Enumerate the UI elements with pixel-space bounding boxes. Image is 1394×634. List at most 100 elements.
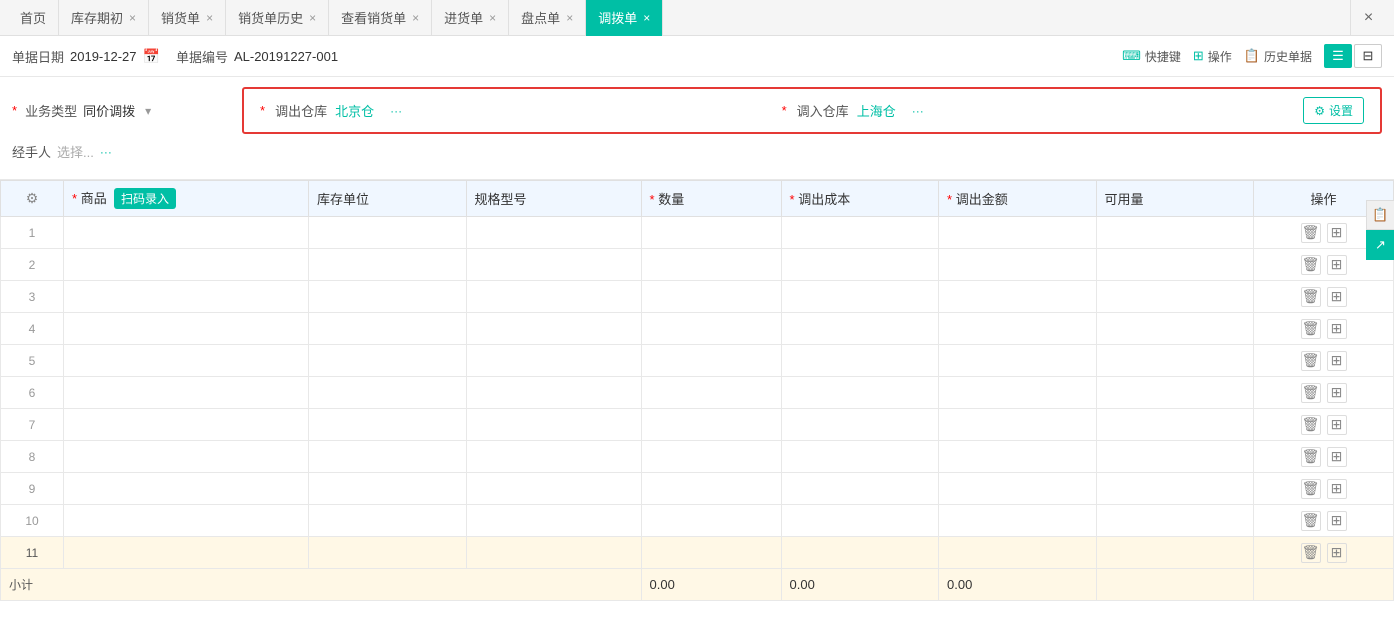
tab-inventory-init-close[interactable]: ×: [129, 11, 136, 25]
tab-sales-history-close[interactable]: ×: [309, 11, 316, 25]
row-unit-11[interactable]: [309, 537, 467, 569]
row-amount-7[interactable]: [939, 409, 1097, 441]
row-spec-5[interactable]: [466, 345, 641, 377]
row-qty-4[interactable]: [641, 313, 781, 345]
row-cost-5[interactable]: [781, 345, 939, 377]
row-avail-7[interactable]: [1096, 409, 1254, 441]
row-unit-9[interactable]: [309, 473, 467, 505]
row-qty-11[interactable]: [641, 537, 781, 569]
row-delete-6[interactable]: 🗑: [1301, 383, 1321, 403]
row-product-9[interactable]: [64, 473, 309, 505]
tab-stocktake[interactable]: 盘点单 ×: [509, 0, 586, 36]
scan-button[interactable]: 扫码录入: [114, 188, 176, 209]
warehouse-out-more[interactable]: ···: [390, 104, 402, 118]
warehouse-in-more[interactable]: ···: [912, 104, 924, 118]
warehouse-out-value[interactable]: 北京仓: [335, 101, 374, 120]
row-spec-4[interactable]: [466, 313, 641, 345]
row-qty-3[interactable]: [641, 281, 781, 313]
row-unit-1[interactable]: [309, 217, 467, 249]
tab-transfer-close[interactable]: ×: [643, 11, 650, 25]
row-amount-2[interactable]: [939, 249, 1097, 281]
tab-purchase[interactable]: 进货单 ×: [432, 0, 509, 36]
row-copy-4[interactable]: ⊞: [1327, 319, 1347, 339]
row-copy-2[interactable]: ⊞: [1327, 255, 1347, 275]
row-spec-3[interactable]: [466, 281, 641, 313]
tab-home[interactable]: 首页: [8, 0, 59, 36]
row-unit-6[interactable]: [309, 377, 467, 409]
row-product-5[interactable]: [64, 345, 309, 377]
row-copy-9[interactable]: ⊞: [1327, 479, 1347, 499]
row-cost-6[interactable]: [781, 377, 939, 409]
row-copy-6[interactable]: ⊞: [1327, 383, 1347, 403]
row-avail-6[interactable]: [1096, 377, 1254, 409]
row-delete-8[interactable]: 🗑: [1301, 447, 1321, 467]
row-avail-11[interactable]: [1096, 537, 1254, 569]
view-list-btn[interactable]: ☰: [1324, 44, 1352, 68]
row-amount-10[interactable]: [939, 505, 1097, 537]
row-cost-10[interactable]: [781, 505, 939, 537]
row-spec-1[interactable]: [466, 217, 641, 249]
tab-bar-close-btn[interactable]: ×: [1350, 0, 1386, 36]
row-amount-6[interactable]: [939, 377, 1097, 409]
row-qty-2[interactable]: [641, 249, 781, 281]
row-avail-9[interactable]: [1096, 473, 1254, 505]
row-spec-6[interactable]: [466, 377, 641, 409]
view-grid-btn[interactable]: ⊟: [1354, 44, 1382, 68]
row-cost-11[interactable]: [781, 537, 939, 569]
row-delete-10[interactable]: 🗑: [1301, 511, 1321, 531]
row-cost-1[interactable]: [781, 217, 939, 249]
row-copy-1[interactable]: ⊞: [1327, 223, 1347, 243]
row-cost-7[interactable]: [781, 409, 939, 441]
row-avail-4[interactable]: [1096, 313, 1254, 345]
row-qty-5[interactable]: [641, 345, 781, 377]
row-spec-7[interactable]: [466, 409, 641, 441]
row-product-10[interactable]: [64, 505, 309, 537]
row-unit-3[interactable]: [309, 281, 467, 313]
row-copy-10[interactable]: ⊞: [1327, 511, 1347, 531]
row-copy-7[interactable]: ⊞: [1327, 415, 1347, 435]
row-delete-11[interactable]: 🗑: [1301, 543, 1321, 563]
row-cost-3[interactable]: [781, 281, 939, 313]
row-qty-6[interactable]: [641, 377, 781, 409]
row-spec-2[interactable]: [466, 249, 641, 281]
row-product-11[interactable]: [64, 537, 309, 569]
row-product-4[interactable]: [64, 313, 309, 345]
history-action[interactable]: 📋 历史单据: [1244, 48, 1312, 65]
row-amount-5[interactable]: [939, 345, 1097, 377]
tab-sales-order-close[interactable]: ×: [206, 11, 213, 25]
handler-value[interactable]: 选择...: [57, 142, 94, 161]
row-unit-5[interactable]: [309, 345, 467, 377]
row-unit-4[interactable]: [309, 313, 467, 345]
row-unit-2[interactable]: [309, 249, 467, 281]
row-product-1[interactable]: [64, 217, 309, 249]
tab-sales-order[interactable]: 销货单 ×: [149, 0, 226, 36]
row-unit-8[interactable]: [309, 441, 467, 473]
row-unit-10[interactable]: [309, 505, 467, 537]
row-amount-11[interactable]: [939, 537, 1097, 569]
row-avail-2[interactable]: [1096, 249, 1254, 281]
row-avail-8[interactable]: [1096, 441, 1254, 473]
row-amount-3[interactable]: [939, 281, 1097, 313]
handler-more[interactable]: ···: [100, 145, 112, 159]
tab-view-sales-close[interactable]: ×: [412, 11, 419, 25]
row-qty-8[interactable]: [641, 441, 781, 473]
row-product-2[interactable]: [64, 249, 309, 281]
row-delete-7[interactable]: 🗑: [1301, 415, 1321, 435]
row-copy-5[interactable]: ⊞: [1327, 351, 1347, 371]
row-avail-10[interactable]: [1096, 505, 1254, 537]
operate-action[interactable]: ⊞ 操作: [1193, 48, 1232, 65]
shortcut-action[interactable]: ⌨ 快捷键: [1122, 48, 1181, 65]
row-product-6[interactable]: [64, 377, 309, 409]
business-type-dropdown[interactable]: ▾: [145, 104, 151, 118]
row-delete-9[interactable]: 🗑: [1301, 479, 1321, 499]
row-product-3[interactable]: [64, 281, 309, 313]
row-avail-3[interactable]: [1096, 281, 1254, 313]
row-product-8[interactable]: [64, 441, 309, 473]
row-cost-8[interactable]: [781, 441, 939, 473]
row-delete-3[interactable]: 🗑: [1301, 287, 1321, 307]
row-cost-9[interactable]: [781, 473, 939, 505]
warehouse-in-value[interactable]: 上海仓: [857, 101, 896, 120]
row-qty-7[interactable]: [641, 409, 781, 441]
float-export-btn[interactable]: ↗: [1366, 230, 1394, 260]
row-spec-11[interactable]: [466, 537, 641, 569]
